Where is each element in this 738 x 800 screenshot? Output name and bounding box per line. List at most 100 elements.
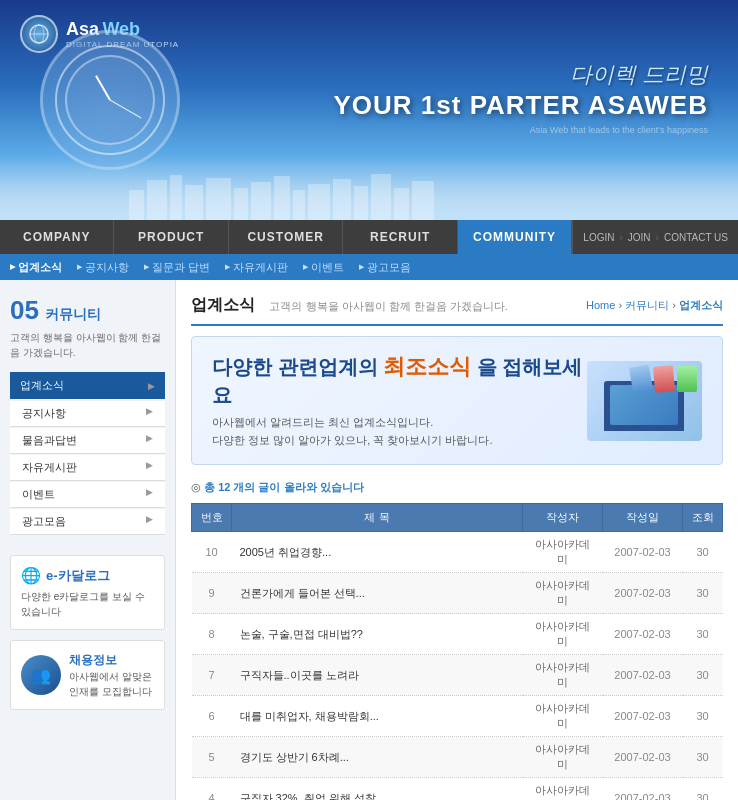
- row-author: 아사아카데미: [523, 778, 603, 800]
- svg-rect-3: [129, 190, 144, 220]
- contact-link[interactable]: CONTACT US: [664, 232, 728, 243]
- row-date: 2007-02-03: [603, 696, 683, 737]
- row-date: 2007-02-03: [603, 573, 683, 614]
- sidebar-ecatalog-banner[interactable]: 🌐 e-카달로그 다양한 e카달로그를 보실 수 있습니다: [10, 555, 165, 630]
- sub-nav-notice[interactable]: 공지사항: [77, 260, 129, 275]
- svg-rect-13: [333, 179, 351, 220]
- nav-product[interactable]: PRODUCT: [114, 220, 228, 254]
- nav-community[interactable]: COMMUNITY: [458, 220, 572, 254]
- table-row: 9 건론가에게 들어본 선택... 아사아카데미 2007-02-03 30: [192, 573, 723, 614]
- row-views: 30: [683, 573, 723, 614]
- col-title: 제 목: [232, 504, 523, 532]
- sidebar-menu-freeboard[interactable]: 자유게시판▶: [10, 455, 165, 481]
- breadcrumb-home[interactable]: Home: [586, 299, 615, 311]
- row-views: 30: [683, 737, 723, 778]
- row-author: 아사아카데미: [523, 737, 603, 778]
- section-heading: 다양한 관련업계의 최조소식 을 접해보세요: [212, 352, 587, 409]
- clock-decoration: [40, 30, 180, 170]
- table-row: 6 대를 미취업자, 채용박람회... 아사아카데미 2007-02-03 30: [192, 696, 723, 737]
- row-num: 5: [192, 737, 232, 778]
- sub-nav-event[interactable]: 이벤트: [303, 260, 344, 275]
- row-date: 2007-02-03: [603, 778, 683, 800]
- col-author: 작성자: [523, 504, 603, 532]
- row-views: 30: [683, 532, 723, 573]
- row-views: 30: [683, 696, 723, 737]
- sidebar-menu-event[interactable]: 이벤트▶: [10, 482, 165, 508]
- row-title[interactable]: 구직자 32%, 취업 위해 성찰: [232, 778, 523, 800]
- section-banner: 다양한 관련업계의 최조소식 을 접해보세요 아사웹에서 알려드리는 최신 업계…: [191, 336, 723, 465]
- sidebar-recruit-banner[interactable]: 👥 채용정보 아사웹에서 알맞은 인재를 모집합니다: [10, 640, 165, 710]
- sidebar-ecatalog-sub: 다양한 e카달로그를 보실 수 있습니다: [21, 589, 154, 619]
- nav-auth-area: LOGIN › JOIN › CONTACT US: [572, 220, 738, 254]
- row-title[interactable]: 대를 미취업자, 채용박람회...: [232, 696, 523, 737]
- table-row: 8 논술, 구술,면접 대비법?? 아사아카데미 2007-02-03 30: [192, 614, 723, 655]
- count-bar: ◎ 총 12 개의 글이 올라와 있습니다: [191, 480, 723, 495]
- sidebar-menu-ad[interactable]: 광고모음▶: [10, 509, 165, 535]
- row-num: 6: [192, 696, 232, 737]
- svg-rect-12: [308, 184, 330, 220]
- section-desc1: 아사웹에서 알려드리는 최신 업계소식입니다.: [212, 414, 587, 432]
- svg-rect-14: [354, 186, 368, 220]
- svg-rect-6: [185, 185, 203, 220]
- sidebar-menu-notice[interactable]: 공지사항▶: [10, 401, 165, 427]
- table-row: 10 2005년 취업경향... 아사아카데미 2007-02-03 30: [192, 532, 723, 573]
- svg-rect-15: [371, 174, 391, 220]
- row-title[interactable]: 건론가에게 들어본 선택...: [232, 573, 523, 614]
- breadcrumb-current: 업계소식: [679, 299, 723, 311]
- data-table: 번호 제 목 작성자 작성일 조회 10 2005년 취업경향... 아사아카데…: [191, 503, 723, 800]
- login-link[interactable]: LOGIN: [583, 232, 614, 243]
- row-title[interactable]: 2005년 취업경향...: [232, 532, 523, 573]
- table-row: 7 구직자들..이곳를 노려라 아사아카데미 2007-02-03 30: [192, 655, 723, 696]
- main-content: 05 커뮤니티 고객의 행복을 아사웹이 함께 한걸음 가겠습니다. 업계소식▶…: [0, 280, 738, 800]
- sub-nav-ad[interactable]: 광고모음: [359, 260, 411, 275]
- row-views: 30: [683, 614, 723, 655]
- nav-recruit[interactable]: RECRUIT: [343, 220, 457, 254]
- row-num: 7: [192, 655, 232, 696]
- row-date: 2007-02-03: [603, 655, 683, 696]
- breadcrumb-community[interactable]: 커뮤니티: [625, 299, 669, 311]
- row-title[interactable]: 논술, 구술,면접 대비법??: [232, 614, 523, 655]
- sidebar-ecatalog-title: 🌐 e-카달로그: [21, 566, 154, 585]
- row-num: 9: [192, 573, 232, 614]
- col-num: 번호: [192, 504, 232, 532]
- col-date: 작성일: [603, 504, 683, 532]
- section-desc2: 다양한 정보 많이 알아가 있으나, 꼭 찾아보시기 바랍니다.: [212, 432, 587, 450]
- row-date: 2007-02-03: [603, 614, 683, 655]
- row-author: 아사아카데미: [523, 655, 603, 696]
- nav-company[interactable]: COMPANY: [0, 220, 114, 254]
- row-title[interactable]: 구직자들..이곳를 노려라: [232, 655, 523, 696]
- sub-nav-freeboard[interactable]: 자유게시판: [225, 260, 288, 275]
- row-views: 30: [683, 655, 723, 696]
- banner-title: 다이렉 드리밍 YOUR 1st PARTER ASAWEB Asia Web …: [334, 60, 709, 135]
- svg-rect-4: [147, 180, 167, 220]
- sub-nav-industry[interactable]: 업계소식: [10, 260, 62, 275]
- row-num: 8: [192, 614, 232, 655]
- logo-icon: [20, 15, 58, 53]
- col-views: 조회: [683, 504, 723, 532]
- join-link[interactable]: JOIN: [628, 232, 651, 243]
- row-views: 30: [683, 778, 723, 800]
- row-num: 4: [192, 778, 232, 800]
- row-date: 2007-02-03: [603, 737, 683, 778]
- sidebar-recruit-icon: 👥: [21, 655, 61, 695]
- breadcrumb: Home › 커뮤니티 › 업계소식: [586, 298, 723, 313]
- svg-rect-9: [251, 182, 271, 220]
- sidebar-subtitle: 고객의 행복을 아사웹이 함께 한걸음 가겠습니다.: [10, 330, 165, 360]
- main-nav: COMPANY PRODUCT CUSTOMER RECRUIT COMMUNI…: [0, 220, 738, 254]
- sidebar: 05 커뮤니티 고객의 행복을 아사웹이 함께 한걸음 가겠습니다. 업계소식▶…: [0, 280, 175, 800]
- section-banner-image: [587, 361, 702, 441]
- svg-rect-8: [234, 188, 248, 220]
- header-banner: Asa Web DIGITAL DREAM UTOPIA 다이렉 드리밍 YOU…: [0, 0, 738, 220]
- breadcrumb-bar: 업계소식 고객의 행복을 아사웹이 함께 한걸음 가겠습니다. Home › 커…: [191, 295, 723, 326]
- page-title: 업계소식 고객의 행복을 아사웹이 함께 한걸음 가겠습니다.: [191, 295, 508, 316]
- row-author: 아사아카데미: [523, 614, 603, 655]
- section-banner-text: 다양한 관련업계의 최조소식 을 접해보세요 아사웹에서 알려드리는 최신 업계…: [212, 352, 587, 449]
- sidebar-menu-qna[interactable]: 물음과답변▶: [10, 428, 165, 454]
- row-title[interactable]: 경기도 상반기 6차례...: [232, 737, 523, 778]
- sidebar-recruit-text: 채용정보 아사웹에서 알맞은 인재를 모집합니다: [69, 651, 154, 699]
- sidebar-menu-industry[interactable]: 업계소식▶: [10, 372, 165, 399]
- sidebar-title: 05 커뮤니티: [10, 295, 165, 326]
- nav-customer[interactable]: CUSTOMER: [229, 220, 343, 254]
- sub-nav-qna[interactable]: 질문과 답변: [144, 260, 210, 275]
- row-author: 아사아카데미: [523, 696, 603, 737]
